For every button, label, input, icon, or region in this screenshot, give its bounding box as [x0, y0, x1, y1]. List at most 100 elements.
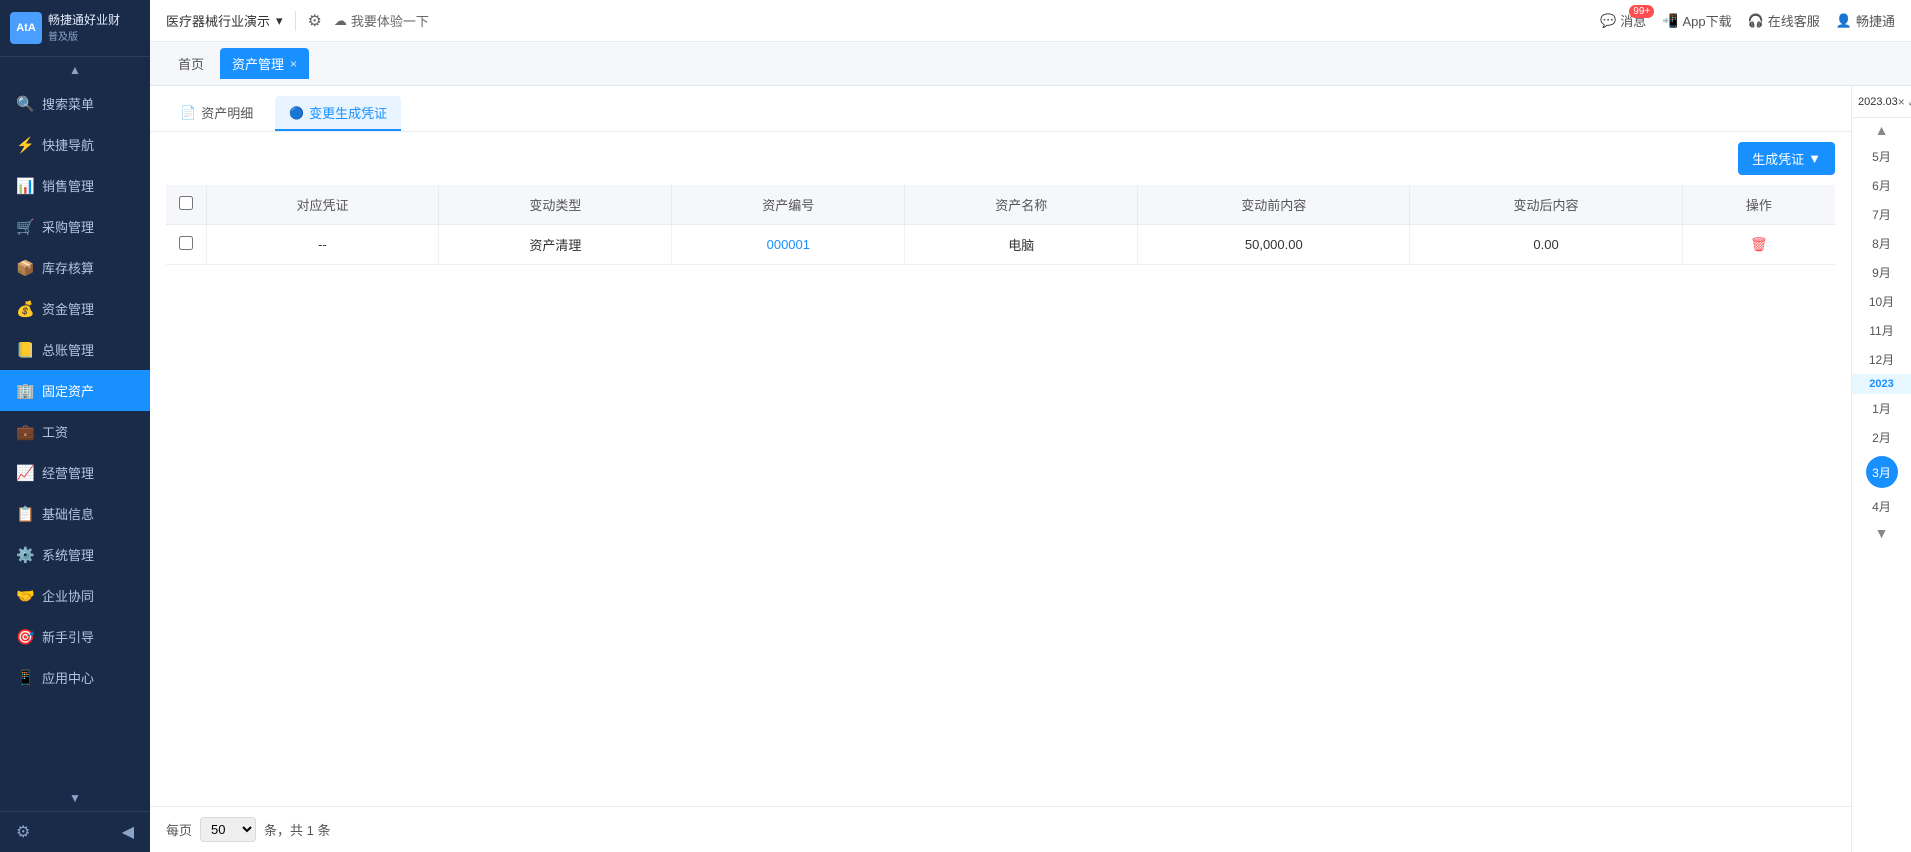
table-row: -- 资产清理 000001 电脑 50,000.00 0.00 🗑 — [166, 225, 1835, 265]
generate-voucher-btn[interactable]: 生成凭证 ▼ — [1738, 142, 1835, 175]
tab-label: 资产管理 — [232, 54, 284, 73]
calendar-month-10[interactable]: 10月 — [1852, 287, 1911, 316]
calendar-month-6[interactable]: 6月 — [1852, 171, 1911, 200]
td-after-change: 0.00 — [1410, 225, 1682, 265]
logo-text: 畅捷通好业财 — [48, 13, 120, 29]
user-btn[interactable]: 👤 畅捷通 — [1836, 11, 1895, 30]
customer-service-btn[interactable]: 🎧 在线客服 — [1748, 11, 1820, 30]
sidebar-item-label: 快捷导航 — [42, 135, 94, 154]
sales-icon: 📊 — [16, 177, 34, 195]
company-selector[interactable]: 医疗器械行业演示 ▾ — [166, 11, 283, 30]
topbar-right: 💬 消息 99 📲 App下载 🎧 在线客服 👤 畅捷通 — [1600, 11, 1895, 30]
tab-home[interactable]: 首页 — [166, 48, 216, 79]
row-checkbox[interactable] — [179, 236, 193, 250]
calendar-year-2023[interactable]: 2023 — [1852, 374, 1911, 394]
calendar-month-9[interactable]: 9月 — [1852, 258, 1911, 287]
th-asset-no: 资产编号 — [672, 185, 905, 225]
panel-controls: × ⤢ — [1898, 94, 1911, 109]
per-page-label: 每页 — [166, 820, 192, 839]
td-change-type: 资产清理 — [439, 225, 672, 265]
sidebar-nav: 🔍 搜索菜单 ⚡ 快捷导航 📊 销售管理 🛒 采购管理 📦 库存核算 💰 资金管… — [0, 83, 150, 785]
sidebar-item-label: 企业协同 — [42, 586, 94, 605]
sidebar-item-payroll[interactable]: 💼 工资 — [0, 411, 150, 452]
topbar-settings-icon[interactable]: ⚙ — [308, 11, 322, 31]
td-asset-no: 000001 — [672, 225, 905, 265]
calendar-month-11[interactable]: 11月 — [1852, 316, 1911, 345]
sidebar-item-basic-info[interactable]: 📋 基础信息 — [0, 493, 150, 534]
app-download-label: App下载 — [1682, 11, 1731, 30]
table-toolbar: 生成凭证 ▼ — [150, 132, 1851, 185]
sidebar-item-label: 销售管理 — [42, 176, 94, 195]
calendar-month-2023-4[interactable]: 4月 — [1852, 492, 1911, 521]
sidebar-item-search[interactable]: 🔍 搜索菜单 — [0, 83, 150, 124]
sidebar-item-fixed-assets[interactable]: 🏢 固定资产 — [0, 370, 150, 411]
sidebar-item-purchase[interactable]: 🛒 采购管理 — [0, 206, 150, 247]
subtab-change-voucher[interactable]: 🔵 变更生成凭证 — [275, 96, 401, 131]
inventory-icon: 📦 — [16, 259, 34, 277]
sidebar-item-sales[interactable]: 📊 销售管理 — [0, 165, 150, 206]
sidebar-item-ledger[interactable]: 📒 总账管理 — [0, 329, 150, 370]
sidebar: AtA 畅捷通好业财 普及版 ▲ 🔍 搜索菜单 ⚡ 快捷导航 📊 销售管理 🛒 … — [0, 0, 150, 852]
calendar-month-12[interactable]: 12月 — [1852, 345, 1911, 374]
enterprise-icon: 🤝 — [16, 587, 34, 605]
table-header-row: 对应凭证 变动类型 资产编号 资产名称 变动前内容 变动后内容 操作 — [166, 185, 1835, 225]
subtabs: 📄 资产明细 🔵 变更生成凭证 — [150, 86, 1851, 132]
experience-btn[interactable]: ☁ 我要体验一下 — [334, 11, 429, 30]
calendar-scroll-up[interactable]: ▲ — [1852, 118, 1911, 142]
tab-close-icon[interactable]: × — [290, 57, 297, 71]
right-panel: 2023.03 × ⤢ ▲ 5月 6月 7月 8月 9月 10月 11月 12月… — [1851, 86, 1911, 852]
calendar-month-2023-3[interactable]: 3月 — [1866, 456, 1898, 488]
panel-title: 2023.03 — [1858, 96, 1898, 108]
th-asset-name: 资产名称 — [905, 185, 1138, 225]
sidebar-item-enterprise[interactable]: 🤝 企业协同 — [0, 575, 150, 616]
sidebar-item-quick-nav[interactable]: ⚡ 快捷导航 — [0, 124, 150, 165]
sidebar-down-btn[interactable]: ▼ — [67, 789, 83, 807]
subtab-change-voucher-label: 变更生成凭证 — [309, 103, 387, 122]
message-icon: 💬 — [1600, 13, 1616, 29]
asset-detail-icon: 📄 — [180, 105, 196, 121]
pagination: 每页 10 20 50 100 条，共 1 条 — [150, 806, 1851, 852]
logo-icon: AtA — [10, 12, 42, 44]
sidebar-item-management[interactable]: 📈 经营管理 — [0, 452, 150, 493]
calendar-month-5[interactable]: 5月 — [1852, 142, 1911, 171]
sidebar-item-label: 搜索菜单 — [42, 94, 94, 113]
sidebar-item-inventory[interactable]: 📦 库存核算 — [0, 247, 150, 288]
select-all-checkbox[interactable] — [179, 196, 193, 210]
sidebar-item-label: 库存核算 — [42, 258, 94, 277]
user-label: 畅捷通 — [1856, 11, 1895, 30]
th-after-change: 变动后内容 — [1410, 185, 1682, 225]
sidebar-item-app-center[interactable]: 📱 应用中心 — [0, 657, 150, 698]
message-badge: 99 — [1629, 5, 1654, 18]
td-before-change: 50,000.00 — [1138, 225, 1410, 265]
tab-asset-management[interactable]: 资产管理 × — [220, 48, 309, 79]
collapse-icon[interactable]: ◀ — [122, 822, 134, 842]
calendar-month-2023-1[interactable]: 1月 — [1852, 394, 1911, 423]
calendar-month-2023-2[interactable]: 2月 — [1852, 423, 1911, 452]
sidebar-item-label: 固定资产 — [42, 381, 94, 400]
sidebar-scroll-up: ▲ — [0, 57, 150, 83]
subtab-asset-detail[interactable]: 📄 资产明细 — [166, 96, 267, 131]
sidebar-item-label: 工资 — [42, 422, 68, 441]
per-page-select[interactable]: 10 20 50 100 — [200, 817, 256, 842]
company-dropdown-icon: ▾ — [276, 13, 283, 29]
sidebar-item-label: 采购管理 — [42, 217, 94, 236]
app-download-btn[interactable]: 📲 App下载 — [1662, 11, 1731, 30]
system-icon: ⚙️ — [16, 546, 34, 564]
sidebar-item-guide[interactable]: 🎯 新手引导 — [0, 616, 150, 657]
sidebar-up-btn[interactable]: ▲ — [67, 61, 83, 79]
calendar-month-8[interactable]: 8月 — [1852, 229, 1911, 258]
calendar-scroll-down[interactable]: ▼ — [1852, 521, 1911, 545]
total-label: 条，共 1 条 — [264, 820, 330, 839]
panel-close-btn[interactable]: × — [1898, 94, 1905, 109]
change-voucher-icon: 🔵 — [289, 106, 304, 120]
delete-icon[interactable]: 🗑 — [1750, 236, 1768, 252]
management-icon: 📈 — [16, 464, 34, 482]
app-center-icon: 📱 — [16, 669, 34, 687]
finance-icon: 💰 — [16, 300, 34, 318]
calendar-month-7[interactable]: 7月 — [1852, 200, 1911, 229]
sidebar-item-finance[interactable]: 💰 资金管理 — [0, 288, 150, 329]
table-wrap: 对应凭证 变动类型 资产编号 资产名称 变动前内容 变动后内容 操作 — [150, 185, 1851, 806]
sidebar-item-system[interactable]: ⚙️ 系统管理 — [0, 534, 150, 575]
settings-icon[interactable]: ⚙ — [16, 822, 30, 842]
message-btn[interactable]: 💬 消息 99 — [1600, 11, 1646, 30]
